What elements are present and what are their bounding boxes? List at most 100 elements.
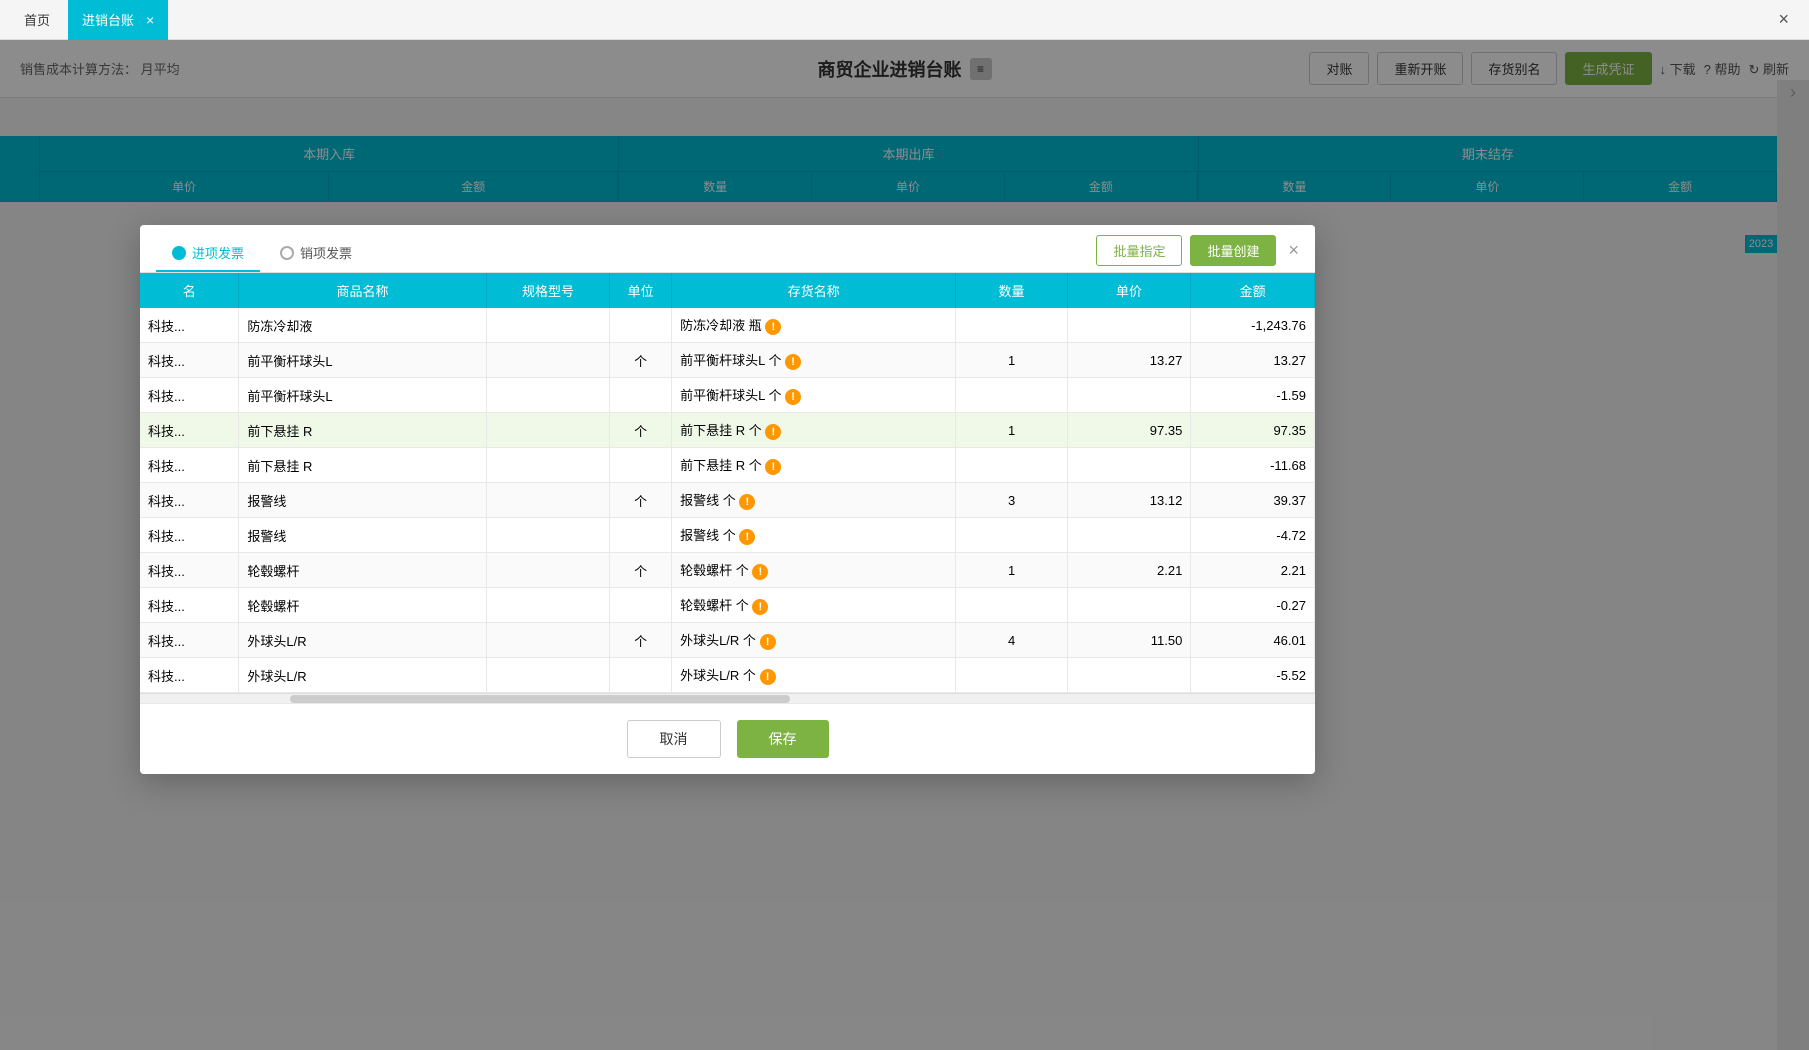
horizontal-scrollbar[interactable] — [140, 693, 1315, 703]
cell-product: 轮毂螺杆 — [239, 553, 486, 588]
cell-name: 科技... — [140, 448, 239, 483]
cell-qty: 1 — [956, 413, 1067, 448]
cell-amount: 97.35 — [1191, 413, 1315, 448]
cell-product: 前下悬挂 R — [239, 448, 486, 483]
th-spec: 规格型号 — [486, 273, 610, 308]
cell-unit: 个 — [610, 623, 672, 658]
cell-qty: 3 — [956, 483, 1067, 518]
modal-table-header: 名 商品名称 规格型号 单位 存货名称 数量 单价 金额 — [140, 273, 1315, 308]
home-tab[interactable]: 首页 — [10, 10, 64, 29]
cell-unit: 个 — [610, 343, 672, 378]
th-amount: 金额 — [1191, 273, 1315, 308]
cell-qty — [956, 378, 1067, 413]
warn-icon: ! — [752, 599, 768, 615]
warn-icon: ! — [760, 669, 776, 685]
scrollbar-thumb[interactable] — [290, 695, 790, 703]
warn-icon: ! — [739, 529, 755, 545]
cell-name: 科技... — [140, 588, 239, 623]
cell-spec — [486, 448, 610, 483]
outgoing-tab-icon — [280, 246, 294, 260]
cell-unit: 个 — [610, 483, 672, 518]
table-row: 科技... 前下悬挂 R 个 前下悬挂 R 个 ! 1 97.35 97.35 — [140, 413, 1315, 448]
incoming-tab-icon — [172, 246, 186, 260]
cell-inventory: 前下悬挂 R 个 ! — [672, 413, 956, 448]
cell-name: 科技... — [140, 658, 239, 693]
cell-unit — [610, 518, 672, 553]
cell-price — [1067, 448, 1191, 483]
batch-specify-button[interactable]: 批量指定 — [1096, 235, 1182, 266]
table-row: 科技... 外球头L/R 个 外球头L/R 个 ! 4 11.50 46.01 — [140, 623, 1315, 658]
modal-table-wrap[interactable]: 名 商品名称 规格型号 单位 存货名称 数量 单价 金额 科技... 防冻冷却液 — [140, 273, 1315, 693]
modal-dialog: 进项发票 销项发票 批量指定 批量创建 × 名 商品名称 规格型号 — [140, 225, 1315, 774]
cell-product: 轮毂螺杆 — [239, 588, 486, 623]
batch-create-button[interactable]: 批量创建 — [1190, 235, 1276, 266]
cell-amount: -11.68 — [1191, 448, 1315, 483]
cell-spec — [486, 623, 610, 658]
cell-qty — [956, 658, 1067, 693]
cell-product: 前下悬挂 R — [239, 413, 486, 448]
cell-amount: 46.01 — [1191, 623, 1315, 658]
cell-name: 科技... — [140, 378, 239, 413]
th-unit: 单位 — [610, 273, 672, 308]
cell-name: 科技... — [140, 343, 239, 378]
th-name: 名 — [140, 273, 239, 308]
tab-outgoing-invoice[interactable]: 销项发票 — [264, 235, 368, 272]
cell-price — [1067, 378, 1191, 413]
cell-product: 外球头L/R — [239, 623, 486, 658]
warn-icon: ! — [739, 494, 755, 510]
active-tab[interactable]: 进销台账 × — [68, 0, 168, 40]
cell-inventory: 外球头L/R 个 ! — [672, 658, 956, 693]
cell-price: 13.12 — [1067, 483, 1191, 518]
cell-qty — [956, 588, 1067, 623]
cell-name: 科技... — [140, 623, 239, 658]
cell-amount: -1.59 — [1191, 378, 1315, 413]
cell-amount: 13.27 — [1191, 343, 1315, 378]
cell-qty — [956, 308, 1067, 343]
table-row: 科技... 轮毂螺杆 个 轮毂螺杆 个 ! 1 2.21 2.21 — [140, 553, 1315, 588]
tab-incoming-invoice[interactable]: 进项发票 — [156, 235, 260, 272]
cell-product: 外球头L/R — [239, 658, 486, 693]
cell-product: 报警线 — [239, 483, 486, 518]
cell-spec — [486, 378, 610, 413]
table-row: 科技... 前平衡杆球头L 前平衡杆球头L 个 ! -1.59 — [140, 378, 1315, 413]
warn-icon: ! — [765, 424, 781, 440]
cell-inventory: 外球头L/R 个 ! — [672, 623, 956, 658]
cell-spec — [486, 588, 610, 623]
cell-amount: -0.27 — [1191, 588, 1315, 623]
warn-icon: ! — [752, 564, 768, 580]
th-inventory: 存货名称 — [672, 273, 956, 308]
cell-price: 2.21 — [1067, 553, 1191, 588]
incoming-tab-label: 进项发票 — [192, 243, 244, 262]
table-row: 科技... 报警线 报警线 个 ! -4.72 — [140, 518, 1315, 553]
cell-spec — [486, 518, 610, 553]
save-button[interactable]: 保存 — [737, 720, 829, 758]
cell-unit — [610, 588, 672, 623]
warn-icon: ! — [765, 459, 781, 475]
cell-spec — [486, 483, 610, 518]
warn-icon: ! — [785, 354, 801, 370]
cell-inventory: 前平衡杆球头L 个 ! — [672, 343, 956, 378]
cell-inventory: 轮毂螺杆 个 ! — [672, 553, 956, 588]
cell-unit: 个 — [610, 413, 672, 448]
modal-close-icon[interactable]: × — [1288, 240, 1299, 261]
main-content: 销售成本计算方法： 月平均 商贸企业进销台账 ≡ 对账 重新开账 存货别名 生成… — [0, 40, 1809, 1050]
cell-name: 科技... — [140, 518, 239, 553]
cell-name: 科技... — [140, 308, 239, 343]
table-row: 科技... 前平衡杆球头L 个 前平衡杆球头L 个 ! 1 13.27 13.2… — [140, 343, 1315, 378]
cell-unit — [610, 658, 672, 693]
cancel-button[interactable]: 取消 — [627, 720, 721, 758]
modal-footer: 取消 保存 — [140, 703, 1315, 774]
modal-header: 进项发票 销项发票 批量指定 批量创建 × — [140, 225, 1315, 273]
cell-inventory: 防冻冷却液 瓶 ! — [672, 308, 956, 343]
cell-qty — [956, 518, 1067, 553]
window-close-icon[interactable]: × — [1768, 9, 1799, 30]
cell-price — [1067, 308, 1191, 343]
close-tab-icon[interactable]: × — [146, 12, 154, 28]
cell-product: 前平衡杆球头L — [239, 378, 486, 413]
active-tab-label: 进销台账 — [82, 10, 134, 29]
warn-icon: ! — [765, 319, 781, 335]
cell-price — [1067, 658, 1191, 693]
cell-name: 科技... — [140, 553, 239, 588]
th-price: 单价 — [1067, 273, 1191, 308]
top-bar: 首页 进销台账 × × — [0, 0, 1809, 40]
